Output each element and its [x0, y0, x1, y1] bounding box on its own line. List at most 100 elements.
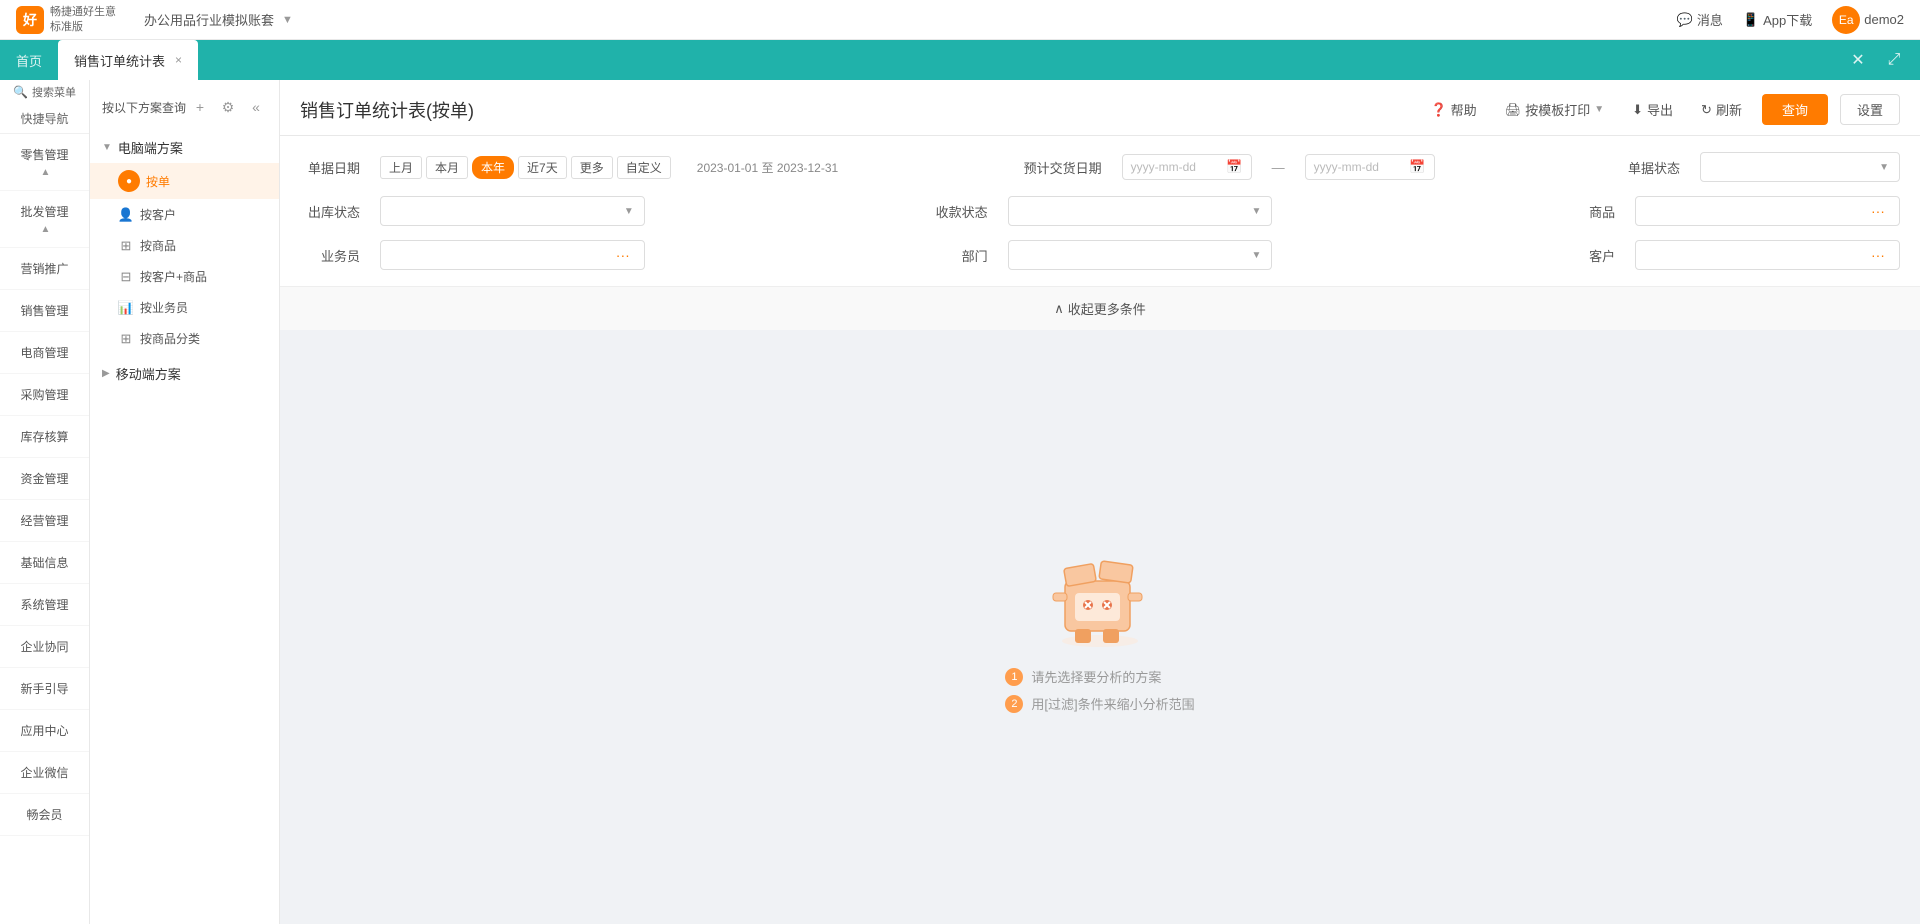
this-year-btn[interactable]: 本年 — [472, 156, 514, 179]
bar-chart-icon: 📊 — [118, 300, 134, 316]
last-7-days-btn[interactable]: 近7天 — [518, 156, 567, 179]
settings-button[interactable]: 设置 — [1840, 94, 1900, 125]
sidebar-item-inventory[interactable]: 库存核算 — [0, 416, 89, 458]
goods-ellipsis-icon[interactable]: ··· — [1867, 203, 1889, 219]
date-dash: — — [1272, 160, 1285, 175]
expected-date-from[interactable]: yyyy-mm-dd 📅 — [1122, 154, 1252, 180]
tree-parent-mobile[interactable]: ▶ 移动端方案 — [90, 358, 279, 389]
query-button[interactable]: 查询 — [1762, 94, 1828, 125]
tree-child-by-order[interactable]: ● 按单 — [90, 163, 279, 199]
search-menu-button[interactable]: 🔍 搜索菜单 — [0, 80, 89, 104]
last-month-btn[interactable]: 上月 — [380, 156, 422, 179]
shortcut-nav-button[interactable]: 快捷导航 — [0, 104, 89, 134]
date-range-text: 2023-01-01 至 2023-12-31 — [697, 159, 838, 176]
sidebar-item-label: 零售管理 — [20, 146, 68, 163]
sales-order-tab[interactable]: 销售订单统计表 × — [58, 40, 198, 80]
sidebar-item-sales[interactable]: 销售管理 — [0, 290, 89, 332]
sidebar-item-ecommerce[interactable]: 电商管理 — [0, 332, 89, 374]
tree-child-by-goods[interactable]: ⊞ 按商品 — [90, 230, 279, 261]
logo-text: 畅捷通好生意 标准版 — [50, 5, 116, 34]
filter-row-1: 单据日期 上月 本月 本年 近7天 更多 自定义 2023-01-01 至 20… — [300, 152, 1900, 182]
user-menu[interactable]: Ea demo2 — [1832, 6, 1904, 34]
sidebar-item-label: 系统管理 — [20, 596, 68, 613]
print-icon: 🖨 — [1505, 102, 1522, 118]
dept-label: 部门 — [928, 246, 988, 265]
settings-scheme-icon[interactable]: ⚙ — [217, 96, 239, 118]
tab-close-icon[interactable]: × — [175, 53, 182, 67]
content-body: 1 请先选择要分析的方案 2 用[过滤]条件来缩小分析范围 — [280, 330, 1920, 924]
ship-status-arrow: ▼ — [624, 206, 634, 217]
message-icon: 💬 — [1677, 12, 1693, 28]
message-button[interactable]: 💬 消息 — [1677, 10, 1723, 29]
payment-status-select[interactable]: ▼ — [1008, 196, 1273, 226]
sidebar-item-purchase[interactable]: 采购管理 — [0, 374, 89, 416]
tree-child-label: 按业务员 — [140, 299, 188, 316]
empty-illustration: 1 请先选择要分析的方案 2 用[过滤]条件来缩小分析范围 — [1005, 541, 1194, 713]
salesperson-select[interactable]: ··· — [380, 240, 645, 270]
tip-text-1: 请先选择要分析的方案 — [1031, 667, 1161, 686]
sidebar-item-wechat[interactable]: 企业微信 — [0, 752, 89, 794]
sidebar-item-retail[interactable]: 零售管理 ▲ — [0, 134, 89, 191]
close-window-icon[interactable]: ✕ — [1844, 46, 1872, 74]
expand-window-icon[interactable]: ⤢ — [1880, 46, 1908, 74]
sidebar-item-enterprise[interactable]: 企业协同 — [0, 626, 89, 668]
dept-select[interactable]: ▼ — [1008, 240, 1273, 270]
ship-status-select[interactable]: ▼ — [380, 196, 645, 226]
app-name-arrow[interactable]: ▼ — [282, 14, 293, 26]
tree-child-by-customer[interactable]: 👤 按客户 — [90, 199, 279, 230]
add-scheme-icon[interactable]: + — [189, 96, 211, 118]
filter-row-2: 出库状态 ▼ 收款状态 ▼ 商品 ··· — [300, 196, 1900, 226]
tree-label-mobile: 移动端方案 — [116, 364, 181, 383]
tab-bar: 首页 销售订单统计表 × ✕ ⤢ — [0, 40, 1920, 80]
salesperson-ellipsis-icon[interactable]: ··· — [612, 247, 634, 263]
refresh-icon: ↻ — [1701, 102, 1712, 118]
more-date-btn[interactable]: 更多 — [571, 156, 613, 179]
collapse-filters-button[interactable]: ∧ 收起更多条件 — [1042, 295, 1158, 322]
payment-status-label: 收款状态 — [928, 202, 988, 221]
sidebar-item-basics[interactable]: 基础信息 — [0, 542, 89, 584]
left-panel-title: 按以下方案查询 — [102, 99, 186, 116]
collapse-panel-icon[interactable]: « — [245, 96, 267, 118]
order-status-select[interactable]: ▼ — [1700, 152, 1900, 182]
help-icon: ❓ — [1430, 102, 1446, 118]
tree-parent-pc[interactable]: ▼ 电脑端方案 — [90, 132, 279, 163]
print-dropdown-icon[interactable]: ▼ — [1594, 104, 1604, 115]
refresh-button[interactable]: ↻ 刷新 — [1693, 96, 1750, 123]
sidebar-item-guide[interactable]: 新手引导 — [0, 668, 89, 710]
export-button[interactable]: ⬇ 导出 — [1624, 96, 1681, 123]
home-tab[interactable]: 首页 — [0, 40, 58, 80]
this-month-btn[interactable]: 本月 — [426, 156, 468, 179]
dept-select-arrow: ▼ — [1251, 250, 1261, 261]
date-placeholder-1: yyyy-mm-dd — [1131, 160, 1221, 174]
tip-text-2: 用[过滤]条件来缩小分析范围 — [1031, 694, 1194, 713]
tree-child-by-customer-goods[interactable]: ⊟ 按客户+商品 — [90, 261, 279, 292]
goods-label: 商品 — [1555, 202, 1615, 221]
sidebar-item-membership[interactable]: 畅会员 — [0, 794, 89, 836]
sidebar-item-app-center[interactable]: 应用中心 — [0, 710, 89, 752]
tree-child-by-salesperson[interactable]: 📊 按业务员 — [90, 292, 279, 323]
grid2-icon: ⊟ — [118, 269, 134, 285]
tree-child-by-goods-category[interactable]: ⊞ 按商品分类 — [90, 323, 279, 354]
goods-select[interactable]: ··· — [1635, 196, 1900, 226]
print-button[interactable]: 🖨 按模板打印 ▼ — [1497, 96, 1612, 123]
top-bar-right: 💬 消息 📱 App下载 Ea demo2 — [1677, 6, 1904, 34]
sidebar-item-label: 企业微信 — [20, 764, 68, 781]
sidebar-item-label: 资金管理 — [20, 470, 68, 487]
app-download-button[interactable]: 📱 App下载 — [1743, 10, 1812, 29]
custom-date-btn[interactable]: 自定义 — [617, 156, 671, 179]
grid-icon: ⊞ — [118, 238, 134, 254]
expected-date-to[interactable]: yyyy-mm-dd 📅 — [1305, 154, 1435, 180]
customer-select[interactable]: ··· — [1635, 240, 1900, 270]
help-button[interactable]: ❓ 帮助 — [1422, 96, 1484, 123]
sidebar-item-system[interactable]: 系统管理 — [0, 584, 89, 626]
left-panel-header: 按以下方案查询 + ⚙ « — [90, 90, 279, 128]
sidebar-item-finance[interactable]: 资金管理 — [0, 458, 89, 500]
tree-child-label: 按客户 — [140, 206, 176, 223]
sidebar-item-operations[interactable]: 经营管理 — [0, 500, 89, 542]
top-bar-left: 好 畅捷通好生意 标准版 办公用品行业模拟账套 ▼ — [16, 5, 293, 34]
customer-ellipsis-icon[interactable]: ··· — [1867, 247, 1889, 263]
sidebar-item-marketing[interactable]: 营销推广 — [0, 248, 89, 290]
tree-section: ▼ 电脑端方案 ● 按单 👤 按客户 ⊞ 按商品 ⊟ — [90, 132, 279, 389]
filter-area: 单据日期 上月 本月 本年 近7天 更多 自定义 2023-01-01 至 20… — [280, 136, 1920, 286]
sidebar-item-wholesale[interactable]: 批发管理 ▲ — [0, 191, 89, 248]
